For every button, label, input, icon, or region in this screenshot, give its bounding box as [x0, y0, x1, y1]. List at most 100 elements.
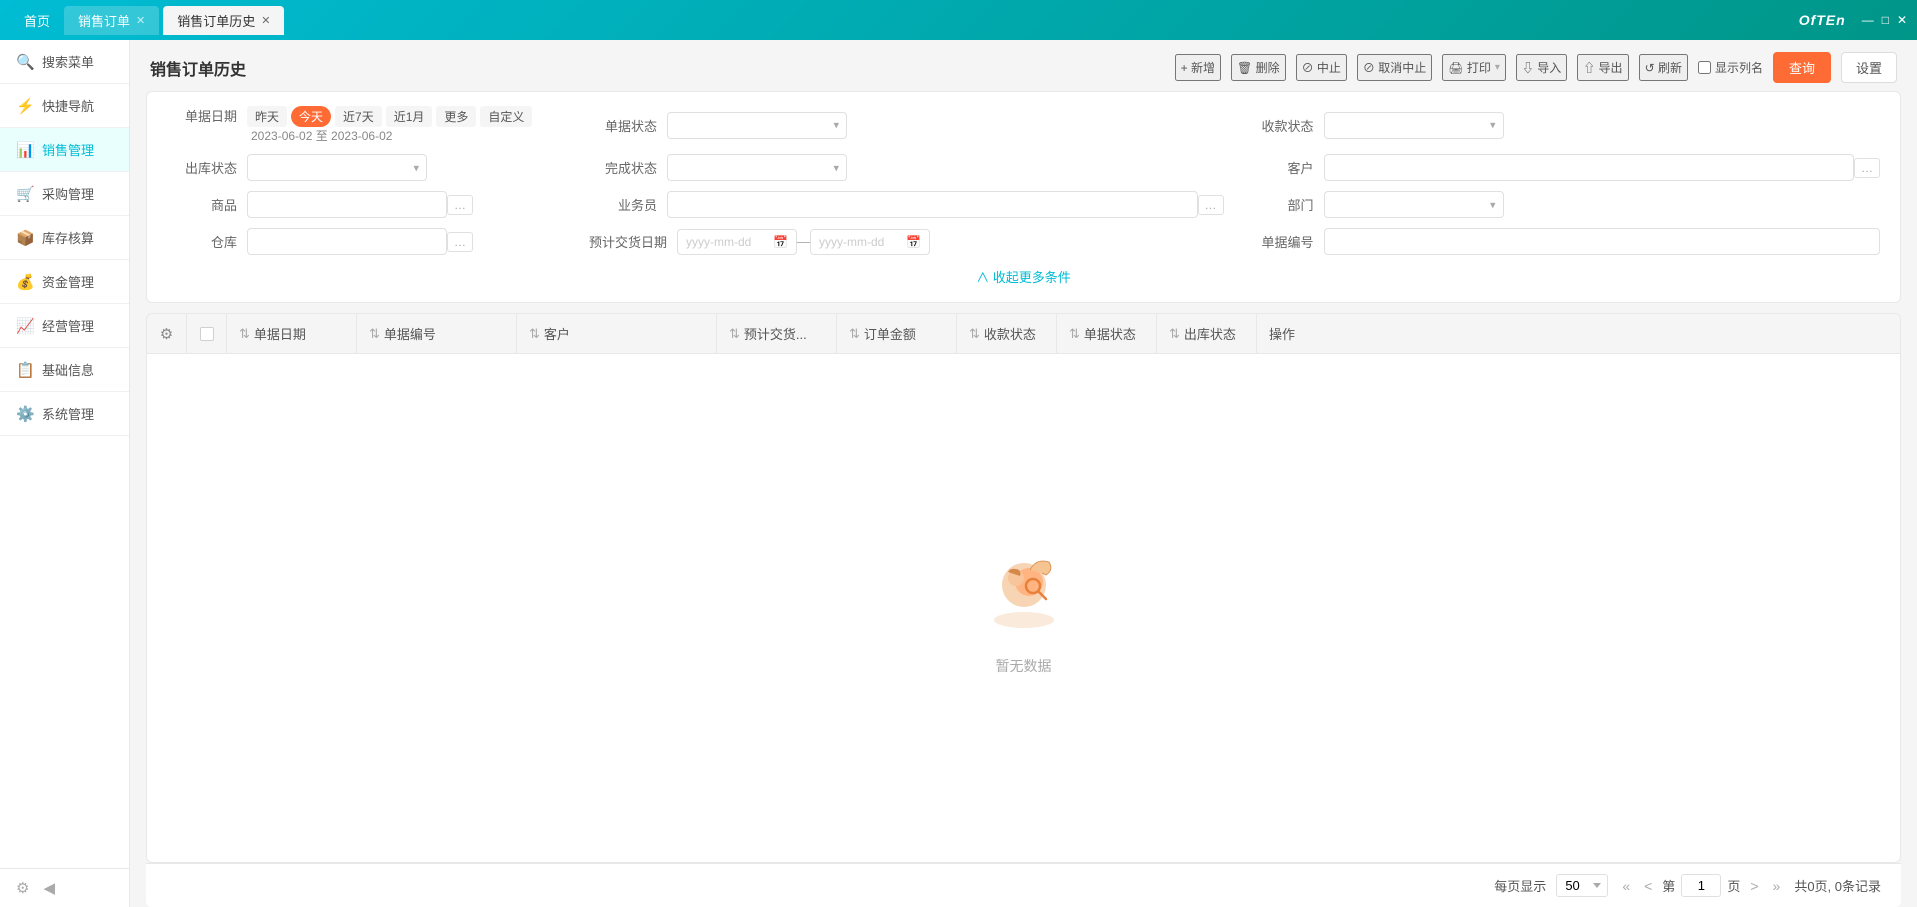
calendar-icon-1[interactable]: 📅 — [773, 235, 788, 249]
sidebar-item-search-menu-label: 搜索菜单 — [42, 52, 94, 71]
th-date[interactable]: ⇅ 单据日期 — [227, 314, 357, 353]
tab-sales-order-label: 销售订单 — [78, 11, 130, 30]
sidebar-item-purchase-mgmt[interactable]: 🛒 采购管理 — [0, 172, 129, 216]
date-pill-custom[interactable]: 自定义 — [480, 106, 532, 127]
th-delivery[interactable]: ⇅ 预计交货... — [717, 314, 837, 353]
date-pill-7days[interactable]: 近7天 — [335, 106, 382, 127]
sidebar-item-operations-label: 经营管理 — [42, 316, 94, 335]
goods-ellipsis-btn[interactable]: … — [447, 195, 473, 215]
sidebar-item-sys-mgmt[interactable]: ⚙️ 系统管理 — [0, 392, 129, 436]
tab-sales-order-close[interactable]: ✕ — [136, 14, 145, 27]
dept-label: 部门 — [1244, 195, 1324, 214]
table-area: ⚙ ⇅ 单据日期 ⇅ 单据编号 ⇅ 客户 ⇅ — [146, 313, 1901, 863]
th-amount[interactable]: ⇅ 订单金额 — [837, 314, 957, 353]
customer-input[interactable] — [1324, 154, 1855, 181]
tab-sales-order[interactable]: 销售订单 ✕ — [64, 6, 159, 35]
date-range-text: 2023-06-02 至 2023-06-02 — [251, 127, 532, 144]
cancel-stop-btn[interactable]: ⊘ 取消中止 — [1357, 54, 1432, 81]
page-number-input[interactable] — [1681, 874, 1721, 897]
sidebar-item-basic-info[interactable]: 📋 基础信息 — [0, 348, 129, 392]
complete-status-select[interactable] — [667, 154, 847, 181]
new-btn-label: + 新增 — [1181, 59, 1215, 76]
sort-icon-payment: ⇅ — [969, 326, 980, 342]
tab-home[interactable]: 首页 — [10, 6, 64, 35]
warehouse-input[interactable] — [247, 228, 447, 255]
bottom-collapse-icon[interactable]: ◀ — [43, 879, 55, 897]
dept-select[interactable] — [1324, 191, 1504, 218]
calendar-icon-2[interactable]: 📅 — [906, 235, 921, 249]
top-bar-right: OfTEn — □ ✕ — [1799, 12, 1907, 28]
date-pill-1month[interactable]: 近1月 — [386, 106, 433, 127]
delivery-date-start[interactable]: yyyy-mm-dd 📅 — [677, 229, 797, 255]
th-out-status[interactable]: ⇅ 出库状态 — [1157, 314, 1257, 353]
out-status-select[interactable] — [247, 154, 427, 181]
th-settings[interactable]: ⚙ — [147, 314, 187, 353]
th-payment-status[interactable]: ⇅ 收款状态 — [957, 314, 1057, 353]
refresh-btn[interactable]: ↺ 刷新 — [1639, 54, 1688, 81]
th-check[interactable] — [187, 314, 227, 353]
order-status-select[interactable] — [667, 112, 847, 139]
header-checkbox[interactable] — [200, 327, 214, 341]
sidebar-item-purchase-mgmt-label: 采购管理 — [42, 184, 94, 203]
th-no[interactable]: ⇅ 单据编号 — [357, 314, 517, 353]
stop-btn[interactable]: ⊘ 中止 — [1296, 54, 1347, 81]
query-btn[interactable]: 查询 — [1773, 52, 1831, 83]
import-btn[interactable]: ⇩ 导入 — [1516, 54, 1567, 81]
last-page-btn[interactable]: » — [1769, 876, 1785, 896]
sidebar-item-finance[interactable]: 💰 资金管理 — [0, 260, 129, 304]
sidebar-item-quick-nav[interactable]: ⚡ 快捷导航 — [0, 84, 129, 128]
bottom-settings-icon[interactable]: ⚙ — [16, 879, 29, 897]
prev-page-btn[interactable]: < — [1640, 876, 1656, 896]
date-pill-yesterday[interactable]: 昨天 — [247, 106, 287, 127]
goods-input[interactable] — [247, 191, 447, 218]
max-btn[interactable]: □ — [1882, 13, 1889, 27]
collapse-filters-btn[interactable]: ∧ 收起更多条件 — [167, 261, 1880, 288]
sidebar-item-operations[interactable]: 📈 经营管理 — [0, 304, 129, 348]
minimize-btn[interactable]: — — [1862, 13, 1874, 27]
tab-sales-order-history[interactable]: 销售订单历史 ✕ — [163, 6, 284, 35]
print-btn[interactable]: 🖨 打印 ▾ — [1442, 54, 1506, 81]
tab-sales-order-history-close[interactable]: ✕ — [261, 14, 270, 27]
sidebar-bottom: ⚙ ◀ — [0, 868, 129, 907]
first-page-btn[interactable]: « — [1618, 876, 1634, 896]
salesman-label: 业务员 — [587, 195, 667, 214]
empty-state: 暂无数据 — [147, 354, 1900, 862]
customer-ellipsis-btn[interactable]: … — [1854, 158, 1880, 178]
sort-icon-amount: ⇅ — [849, 326, 860, 342]
order-no-input[interactable] — [1324, 228, 1881, 255]
page-unit: 页 — [1727, 876, 1740, 895]
sidebar-item-inventory[interactable]: 📦 库存核算 — [0, 216, 129, 260]
date-pill-more[interactable]: 更多 — [436, 106, 476, 127]
sales-mgmt-icon: 📊 — [16, 141, 34, 159]
settings-btn[interactable]: 设置 — [1841, 52, 1897, 83]
close-btn[interactable]: ✕ — [1897, 13, 1907, 27]
sidebar-item-basic-info-label: 基础信息 — [42, 360, 94, 379]
warehouse-ellipsis-btn[interactable]: … — [447, 232, 473, 252]
sidebar-item-inventory-label: 库存核算 — [42, 228, 94, 247]
page-size-select[interactable]: 20 50 100 — [1556, 874, 1608, 897]
sidebar-item-search-menu[interactable]: 🔍 搜索菜单 — [0, 40, 129, 84]
pay-status-label: 收款状态 — [1244, 116, 1324, 135]
pay-status-select[interactable] — [1324, 112, 1504, 139]
export-btn[interactable]: ⇧ 导出 — [1577, 54, 1628, 81]
sidebar-item-sys-mgmt-label: 系统管理 — [42, 404, 94, 423]
salesman-ellipsis-btn[interactable]: … — [1198, 195, 1224, 215]
th-customer[interactable]: ⇅ 客户 — [517, 314, 717, 353]
salesman-input[interactable] — [667, 191, 1198, 218]
display-col-checkbox[interactable] — [1698, 61, 1711, 74]
sidebar-item-sales-mgmt[interactable]: 📊 销售管理 — [0, 128, 129, 172]
new-btn[interactable]: + 新增 — [1175, 54, 1221, 81]
settings-gear-icon[interactable]: ⚙ — [160, 325, 173, 343]
display-col-label[interactable]: 显示列名 — [1698, 59, 1763, 76]
sort-icon-no: ⇅ — [369, 326, 380, 342]
goods-label: 商品 — [167, 195, 247, 214]
delete-btn[interactable]: 🗑 删除 — [1231, 54, 1286, 81]
date-pill-today[interactable]: 今天 — [291, 106, 331, 127]
order-no-label: 单据编号 — [1244, 232, 1324, 251]
th-order-status[interactable]: ⇅ 单据状态 — [1057, 314, 1157, 353]
date-filter-control: 昨天 今天 近7天 近1月 更多 自定义 2023-06-02 至 2023-0… — [247, 106, 532, 144]
table-header: ⚙ ⇅ 单据日期 ⇅ 单据编号 ⇅ 客户 ⇅ — [147, 314, 1900, 354]
refresh-btn-label: ↺ 刷新 — [1645, 59, 1682, 76]
delivery-date-end[interactable]: yyyy-mm-dd 📅 — [810, 229, 930, 255]
next-page-btn[interactable]: > — [1746, 876, 1762, 896]
